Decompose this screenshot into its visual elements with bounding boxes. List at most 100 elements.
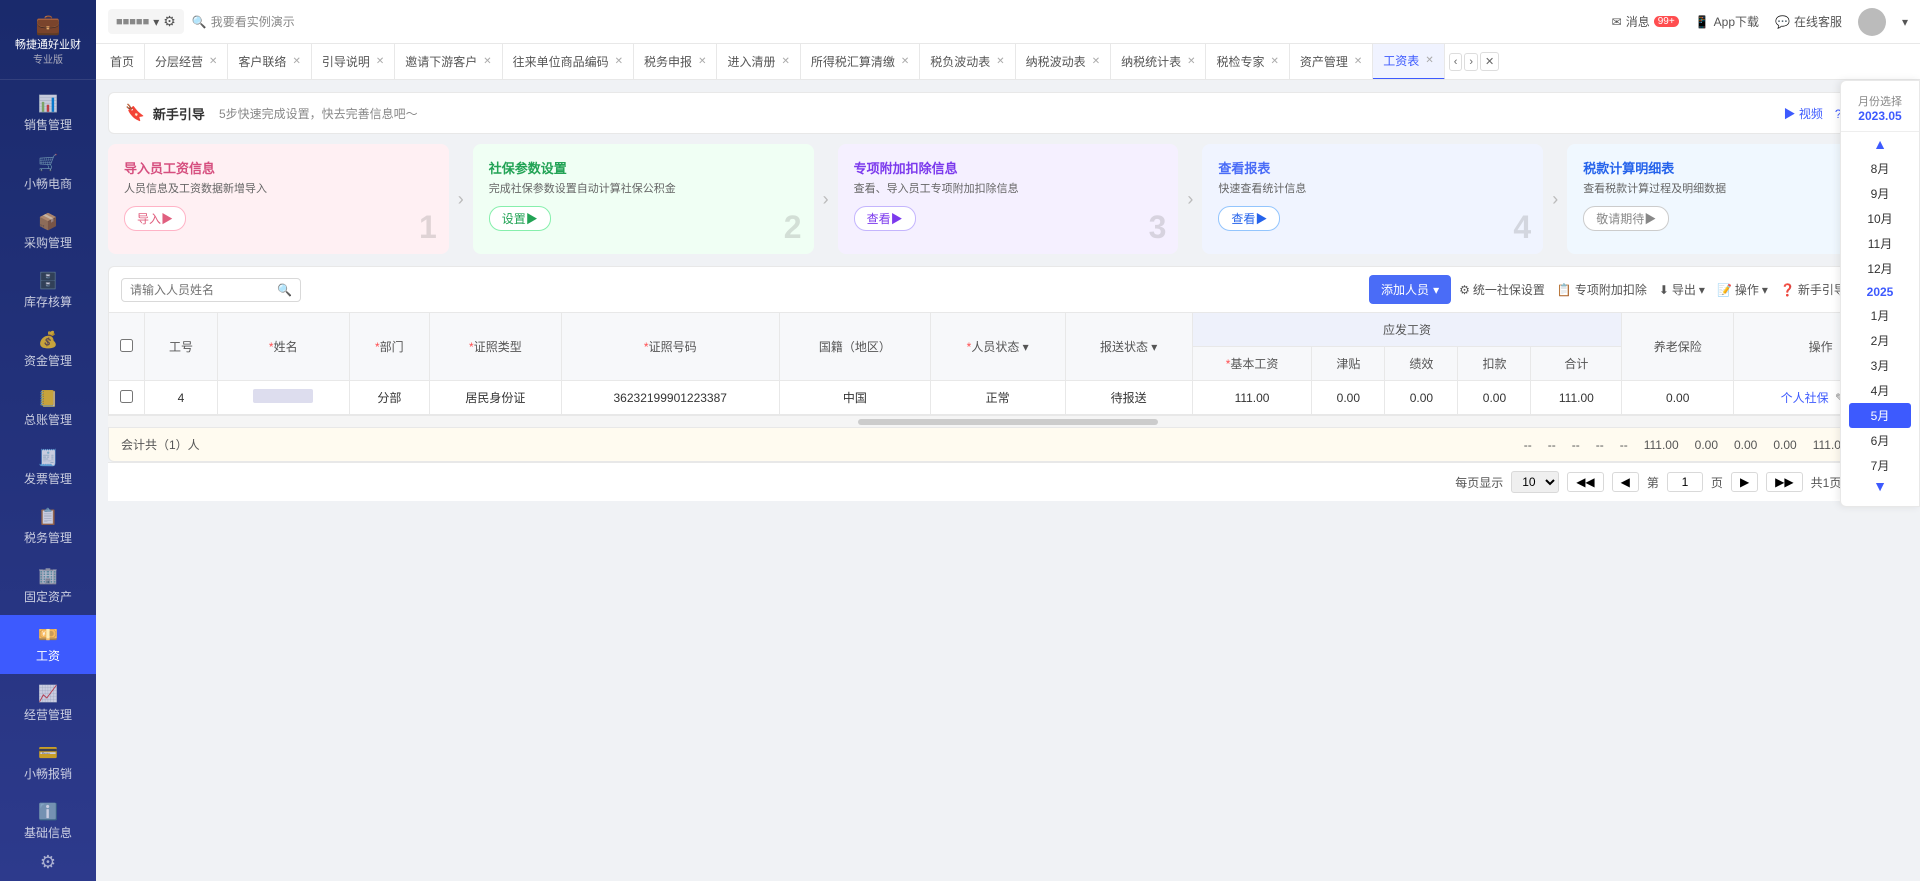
sidebar-item-finance[interactable]: 💰 资金管理	[0, 320, 96, 379]
sidebar-item-operations[interactable]: 📈 经营管理	[0, 674, 96, 733]
tab-income-tax[interactable]: 所得税汇算清缴 ✕	[801, 44, 920, 80]
page-number-input[interactable]	[1667, 472, 1703, 492]
tab-invite-close[interactable]: ✕	[483, 56, 491, 67]
tab-guide-desc-close[interactable]: ✕	[376, 56, 384, 67]
month-item-9[interactable]: 9月	[1841, 181, 1919, 206]
month-item-7[interactable]: 7月	[1841, 453, 1919, 478]
social-security-settings[interactable]: ⚙ 统一社保设置	[1459, 281, 1545, 298]
first-page-button[interactable]: ◀◀	[1567, 472, 1603, 492]
month-item-6[interactable]: 6月	[1841, 428, 1919, 453]
horizontal-scrollbar[interactable]	[108, 415, 1908, 427]
settings-icon[interactable]: ⚙	[40, 852, 56, 872]
select-all-checkbox[interactable]	[120, 339, 133, 352]
table-footer: 会计共（1）人 -- -- -- -- -- 111.00 0.00 0.00 …	[108, 427, 1908, 462]
tab-tax-stat[interactable]: 纳税统计表 ✕	[1111, 44, 1206, 80]
month-item-1[interactable]: 1月	[1841, 303, 1919, 328]
tab-clearance[interactable]: 进入清册 ✕	[717, 44, 800, 80]
tab-home[interactable]: 首页	[100, 44, 145, 80]
month-nav-up[interactable]: ▲	[1873, 136, 1887, 152]
tab-tax-payment-close[interactable]: ✕	[1092, 56, 1100, 67]
app-download-button[interactable]: 📱 App下载	[1695, 13, 1759, 30]
online-service-button[interactable]: 💬 在线客服	[1775, 13, 1842, 30]
tab-assets-mgmt[interactable]: 资产管理 ✕	[1290, 44, 1373, 80]
month-item-8[interactable]: 8月	[1841, 156, 1919, 181]
tab-layered[interactable]: 分层经营 ✕	[145, 44, 228, 80]
month-nav: ▲	[1841, 136, 1919, 152]
tab-contact[interactable]: 客户联络 ✕	[228, 44, 311, 80]
export-button[interactable]: ⬇ 导出 ▾	[1659, 281, 1705, 298]
tab-scroll-left[interactable]: ‹	[1449, 53, 1463, 71]
month-nav-down-btn[interactable]: ▼	[1873, 478, 1887, 494]
month-item-5[interactable]: 5月	[1849, 403, 1911, 428]
footer-allowance: 0.00	[1687, 438, 1726, 452]
month-item-2[interactable]: 2月	[1841, 328, 1919, 353]
sidebar-item-payroll[interactable]: 💴 工资	[0, 615, 96, 674]
message-button[interactable]: ✉ 消息 99+	[1612, 13, 1679, 30]
sidebar-item-inventory[interactable]: 🗄️ 库存核算	[0, 261, 96, 320]
add-employee-button[interactable]: 添加人员 ▾	[1369, 275, 1451, 304]
row-select-checkbox[interactable]	[120, 390, 133, 403]
tab-tax-expert-close[interactable]: ✕	[1271, 56, 1279, 67]
tab-income-tax-close[interactable]: ✕	[901, 56, 909, 67]
header-pension: 养老保险	[1622, 313, 1734, 381]
tab-product-code[interactable]: 往来单位商品编码 ✕	[503, 44, 634, 80]
month-panel-year[interactable]: 2023.05	[1841, 109, 1919, 123]
next-page-button[interactable]: ▶	[1731, 472, 1758, 492]
tab-product-code-close[interactable]: ✕	[615, 56, 623, 67]
tab-scroll-right[interactable]: ›	[1464, 53, 1478, 71]
sidebar-item-sales[interactable]: 📊 销售管理	[0, 84, 96, 143]
tab-payroll-close[interactable]: ✕	[1425, 55, 1433, 66]
step-4-button[interactable]: 查看▶	[1218, 206, 1280, 231]
operations-button[interactable]: 📝 操作 ▾	[1717, 281, 1768, 298]
step-5-button[interactable]: 敬请期待▶	[1583, 206, 1669, 231]
last-page-button[interactable]: ▶▶	[1766, 472, 1802, 492]
tab-invite[interactable]: 邀请下游客户 ✕	[395, 44, 502, 80]
settings-gear-icon[interactable]: ⚙	[163, 13, 176, 30]
prev-page-button[interactable]: ◀	[1612, 472, 1639, 492]
personal-social-security-link[interactable]: 个人社保	[1781, 391, 1829, 405]
tab-tax-burden[interactable]: 税负波动表 ✕	[920, 44, 1015, 80]
tab-tax-report[interactable]: 税务申报 ✕	[634, 44, 717, 80]
sidebar-item-basic[interactable]: ℹ️ 基础信息	[0, 792, 96, 844]
month-item-12[interactable]: 12月	[1841, 256, 1919, 281]
newbie-label: 新手引导	[1798, 281, 1846, 298]
tab-payroll[interactable]: 工资表 ✕	[1373, 44, 1444, 80]
search-input[interactable]	[130, 283, 273, 297]
month-item-3[interactable]: 3月	[1841, 353, 1919, 378]
scrollbar-thumb[interactable]	[858, 419, 1158, 425]
sidebar-item-tax[interactable]: 📋 税务管理	[0, 497, 96, 556]
tab-close-all[interactable]: ✕	[1480, 52, 1499, 71]
special-deduction-button[interactable]: 📋 专项附加扣除	[1557, 281, 1647, 298]
sidebar-item-purchase[interactable]: 📦 采购管理	[0, 202, 96, 261]
demo-search[interactable]: 🔍 我要看实例演示	[192, 13, 295, 30]
tab-assets-mgmt-close[interactable]: ✕	[1354, 56, 1362, 67]
month-item-10[interactable]: 10月	[1841, 206, 1919, 231]
company-selector[interactable]: ■■■■■ ▾ ⚙	[108, 9, 184, 34]
sidebar-item-invoice[interactable]: 🧾 发票管理	[0, 438, 96, 497]
newbie-guide-button[interactable]: ❓ 新手引导	[1780, 281, 1846, 298]
sidebar-item-assets[interactable]: 🏢 固定资产	[0, 556, 96, 615]
month-item-4[interactable]: 4月	[1841, 378, 1919, 403]
step-2-button[interactable]: 设置▶	[489, 206, 551, 231]
month-item-11[interactable]: 11月	[1841, 231, 1919, 256]
step-3-button[interactable]: 查看▶	[854, 206, 916, 231]
tab-tax-expert[interactable]: 税检专家 ✕	[1206, 44, 1289, 80]
table-toolbar: 🔍 添加人员 ▾ ⚙ 统一社保设置 📋 专项附加扣除	[108, 266, 1908, 312]
user-menu[interactable]: ▾	[1902, 15, 1908, 29]
tab-contact-close[interactable]: ✕	[292, 56, 300, 67]
tab-tax-report-close[interactable]: ✕	[698, 56, 706, 67]
tab-layered-close[interactable]: ✕	[209, 56, 217, 67]
tab-clearance-close[interactable]: ✕	[781, 56, 789, 67]
guide-video-link[interactable]: ▶ 视频	[1784, 105, 1823, 122]
sidebar-item-expense[interactable]: 💳 小畅报销	[0, 733, 96, 792]
step-1-button[interactable]: 导入▶	[124, 206, 186, 231]
per-page-select[interactable]: 10 20 50	[1511, 471, 1559, 493]
tab-tax-stat-close[interactable]: ✕	[1187, 56, 1195, 67]
search-wrap[interactable]: 🔍	[121, 278, 301, 302]
tab-guide-desc[interactable]: 引导说明 ✕	[312, 44, 395, 80]
user-avatar[interactable]	[1858, 8, 1886, 36]
tab-tax-payment[interactable]: 纳税波动表 ✕	[1016, 44, 1111, 80]
sidebar-item-ledger[interactable]: 📒 总账管理	[0, 379, 96, 438]
sidebar-item-ecommerce[interactable]: 🛒 小畅电商	[0, 143, 96, 202]
tab-tax-burden-close[interactable]: ✕	[996, 56, 1004, 67]
